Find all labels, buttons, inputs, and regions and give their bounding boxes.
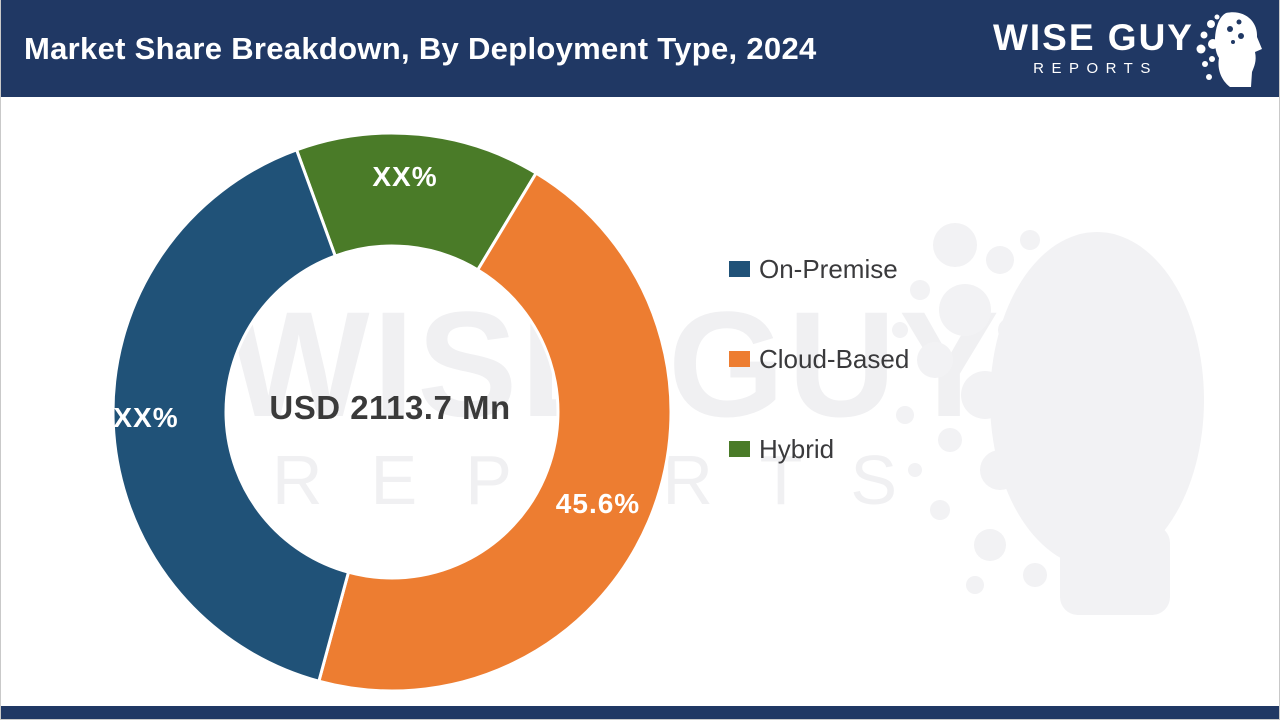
legend-item-cloud-based: Cloud-Based	[729, 342, 909, 376]
legend-label-on-premise: On-Premise	[759, 253, 898, 284]
donut-chart	[111, 131, 673, 693]
donut-segment-cloud-based	[317, 171, 673, 693]
legend-swatch-on-premise	[729, 261, 750, 277]
logo-reports-text: REPORTS	[1033, 60, 1158, 77]
legend-item-hybrid: Hybrid	[729, 432, 909, 466]
page-title: Market Share Breakdown, By Deployment Ty…	[24, 31, 817, 66]
footer-bar	[0, 706, 1280, 720]
segment-label-hybrid: XX%	[372, 161, 438, 192]
wise-guy-logo-text: WISE GUY REPORTS	[993, 19, 1194, 79]
wise-guy-logo: WISE GUY REPORTS	[993, 8, 1262, 90]
legend-swatch-cloud-based	[729, 351, 750, 367]
legend-label-cloud-based: Cloud-Based	[759, 343, 910, 374]
legend-item-on-premise: On-Premise	[729, 252, 909, 286]
legend-swatch-hybrid	[729, 441, 750, 457]
segment-label-cloud-based: 45.6%	[555, 488, 641, 519]
donut-center-value: USD 2113.7 Mn	[269, 389, 511, 426]
chart-legend: On-Premise Cloud-Based Hybrid	[729, 252, 909, 522]
logo-brand-name: WISE GUY	[992, 17, 1194, 58]
logo-face-icon	[1196, 12, 1262, 88]
segment-label-on-premise: XX%	[113, 402, 179, 433]
header-bar: Market Share Breakdown, By Deployment Ty…	[0, 0, 1280, 97]
legend-label-hybrid: Hybrid	[759, 433, 835, 464]
